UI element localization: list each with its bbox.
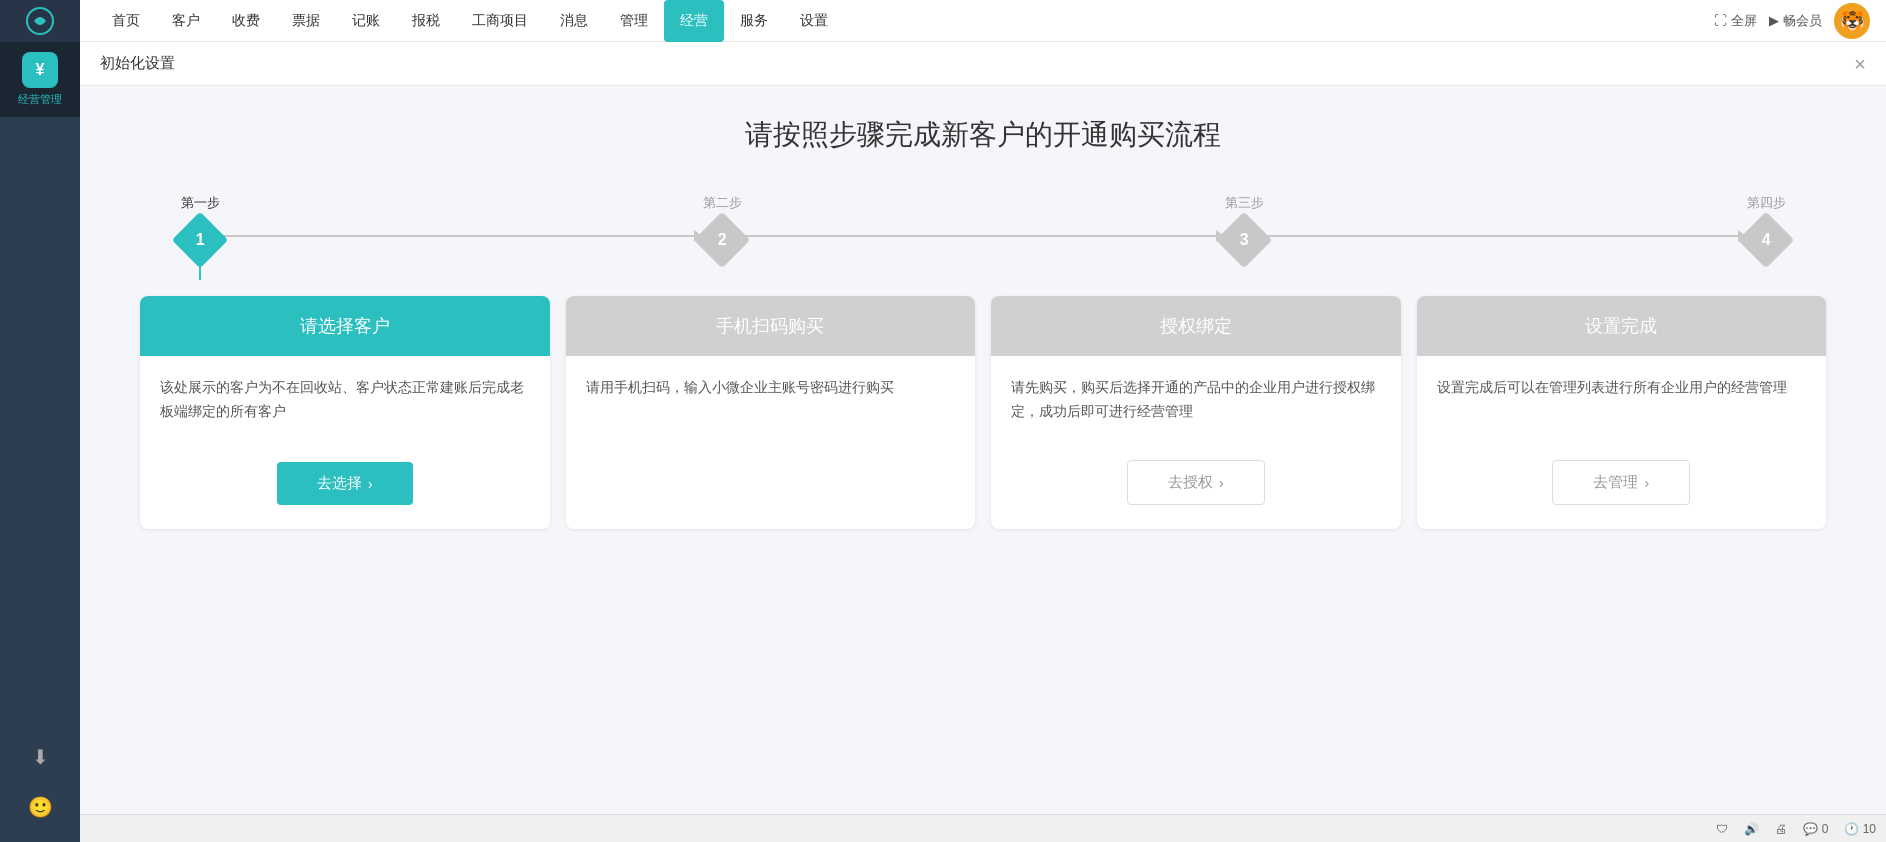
nav-settings[interactable]: 设置 [784,0,844,42]
card3-footer: 去授权 › [991,444,1401,529]
nav-operation[interactable]: 经营 [664,0,724,42]
sidebar-bottom: ⬇ 🙂 [0,732,80,842]
go-authorize-label: 去授权 [1168,473,1213,492]
step2-number: 2 [718,231,727,249]
card4-header: 设置完成 [1417,296,1827,356]
print-icon: 🖨 [1775,822,1787,836]
card2-title: 手机扫码购买 [716,316,824,336]
step4-number: 4 [1762,231,1771,249]
card1-body-text: 该处展示的客户为不在回收站、客户状态正常建账后完成老板端绑定的所有客户 [160,379,524,419]
card4-title: 设置完成 [1585,316,1657,336]
nav-business[interactable]: 工商项目 [456,0,544,42]
page-title: 初始化设置 [100,54,175,73]
step-node-1: 第一步 1 [180,194,220,280]
card1-header: 请选择客户 [140,296,550,356]
connector-2-3 [742,230,1224,242]
go-select-label: 去选择 [317,474,362,493]
main-content: 初始化设置 × 请按照步骤完成新客户的开通购买流程 第一步 1 第二步 [80,42,1886,814]
wizard-main-title: 请按照步骤完成新客户的开通购买流程 [140,116,1826,154]
jingying-icon: ¥ [22,52,58,88]
close-button[interactable]: × [1854,54,1866,74]
go-authorize-button[interactable]: 去授权 › [1127,460,1265,505]
cards-row: 请选择客户 该处展示的客户为不在回收站、客户状态正常建账后完成老板端绑定的所有客… [140,296,1826,529]
nav-accounting[interactable]: 记账 [336,0,396,42]
card4-body-text: 设置完成后可以在管理列表进行所有企业用户的经营管理 [1437,379,1787,395]
fullscreen-btn[interactable]: ⛶ 全屏 [1714,12,1757,30]
step3-number: 3 [1240,231,1249,249]
card3-body: 请先购买，购买后选择开通的产品中的企业用户进行授权绑定，成功后即可进行经营管理 [991,356,1401,444]
vip-label: 畅会员 [1783,12,1822,30]
volume-icon: 🔊 [1744,822,1759,836]
avatar-image: 🐯 [1840,9,1865,33]
vip-btn[interactable]: ▶ 畅会员 [1769,12,1822,30]
card-step4: 设置完成 设置完成后可以在管理列表进行所有企业用户的经营管理 去管理 › [1417,296,1827,529]
go-manage-label: 去管理 [1593,473,1638,492]
user-avatar[interactable]: 🐯 [1834,3,1870,39]
step-node-3: 第三步 3 [1224,194,1264,260]
wizard-container: 请按照步骤完成新客户的开通购买流程 第一步 1 第二步 2 [80,86,1886,814]
fullscreen-label: 全屏 [1731,12,1757,30]
message-count: 💬 0 [1803,822,1828,836]
sidebar-item-label: 经营管理 [18,92,62,107]
nav-home[interactable]: 首页 [96,0,156,42]
card2-footer [566,489,976,529]
step1-number: 1 [196,231,205,249]
go-manage-arrow: › [1644,474,1649,491]
nav-service[interactable]: 服务 [724,0,784,42]
go-select-button[interactable]: 去选择 › [277,462,413,505]
step1-diamond: 1 [172,212,229,269]
nav-manage[interactable]: 管理 [604,0,664,42]
step1-label: 第一步 [181,194,220,212]
card1-body: 该处展示的客户为不在回收站、客户状态正常建账后完成老板端绑定的所有客户 [140,356,550,446]
step3-diamond: 3 [1216,212,1273,269]
sidebar-support[interactable]: 🙂 [0,782,80,832]
card-step1: 请选择客户 该处展示的客户为不在回收站、客户状态正常建账后完成老板端绑定的所有客… [140,296,550,529]
card2-body-text: 请用手机扫码，输入小微企业主账号密码进行购买 [586,379,894,395]
go-authorize-arrow: › [1219,474,1224,491]
card3-body-text: 请先购买，购买后选择开通的产品中的企业用户进行授权绑定，成功后即可进行经营管理 [1011,379,1375,419]
step2-diamond: 2 [694,212,751,269]
sidebar-item-jingying[interactable]: ¥ 经营管理 [0,42,80,117]
step4-diamond: 4 [1738,212,1795,269]
card4-footer: 去管理 › [1417,444,1827,529]
card1-title: 请选择客户 [300,316,390,336]
step2-label: 第二步 [703,194,742,212]
sidebar-logo [0,0,80,42]
top-nav: 首页 客户 收费 票据 记账 报税 工商项目 消息 管理 经营 服务 设置 ⛶ … [80,0,1886,42]
vip-icon: ▶ [1769,13,1779,28]
step4-label: 第四步 [1747,194,1786,212]
card2-header: 手机扫码购买 [566,296,976,356]
step-node-2: 第二步 2 [702,194,742,260]
sidebar-download[interactable]: ⬇ [0,732,80,782]
nav-tax[interactable]: 报税 [396,0,456,42]
card4-body: 设置完成后可以在管理列表进行所有企业用户的经营管理 [1417,356,1827,444]
steps-indicator: 第一步 1 第二步 2 [140,194,1826,280]
nav-message[interactable]: 消息 [544,0,604,42]
fullscreen-icon: ⛶ [1714,13,1727,28]
connector-1-2 [220,230,702,242]
card3-title: 授权绑定 [1160,316,1232,336]
clock-icon: 🕐 10 [1844,822,1876,836]
status-bar: ▶ 完成 🛡 🔊 🖨 💬 0 🕐 10 [0,814,1886,842]
connector-3-4 [1264,230,1746,242]
nav-customer[interactable]: 客户 [156,0,216,42]
go-select-arrow: › [368,475,373,492]
nav-invoice[interactable]: 票据 [276,0,336,42]
go-manage-button[interactable]: 去管理 › [1552,460,1690,505]
card-step2: 手机扫码购买 请用手机扫码，输入小微企业主账号密码进行购买 [566,296,976,529]
nav-right: ⛶ 全屏 ▶ 畅会员 🐯 [1714,3,1870,39]
nav-charge[interactable]: 收费 [216,0,276,42]
sidebar: ¥ 经营管理 ⬇ 🙂 [0,0,80,842]
card-step3: 授权绑定 请先购买，购买后选择开通的产品中的企业用户进行授权绑定，成功后即可进行… [991,296,1401,529]
step-node-4: 第四步 4 [1746,194,1786,260]
step3-label: 第三步 [1225,194,1264,212]
status-right: 🛡 🔊 🖨 💬 0 🕐 10 [1716,822,1876,836]
page-header: 初始化设置 × [80,42,1886,86]
card3-header: 授权绑定 [991,296,1401,356]
card2-body: 请用手机扫码，输入小微企业主账号密码进行购买 [566,356,976,489]
shield-icon: 🛡 [1716,822,1728,836]
card1-footer: 去选择 › [140,446,550,529]
